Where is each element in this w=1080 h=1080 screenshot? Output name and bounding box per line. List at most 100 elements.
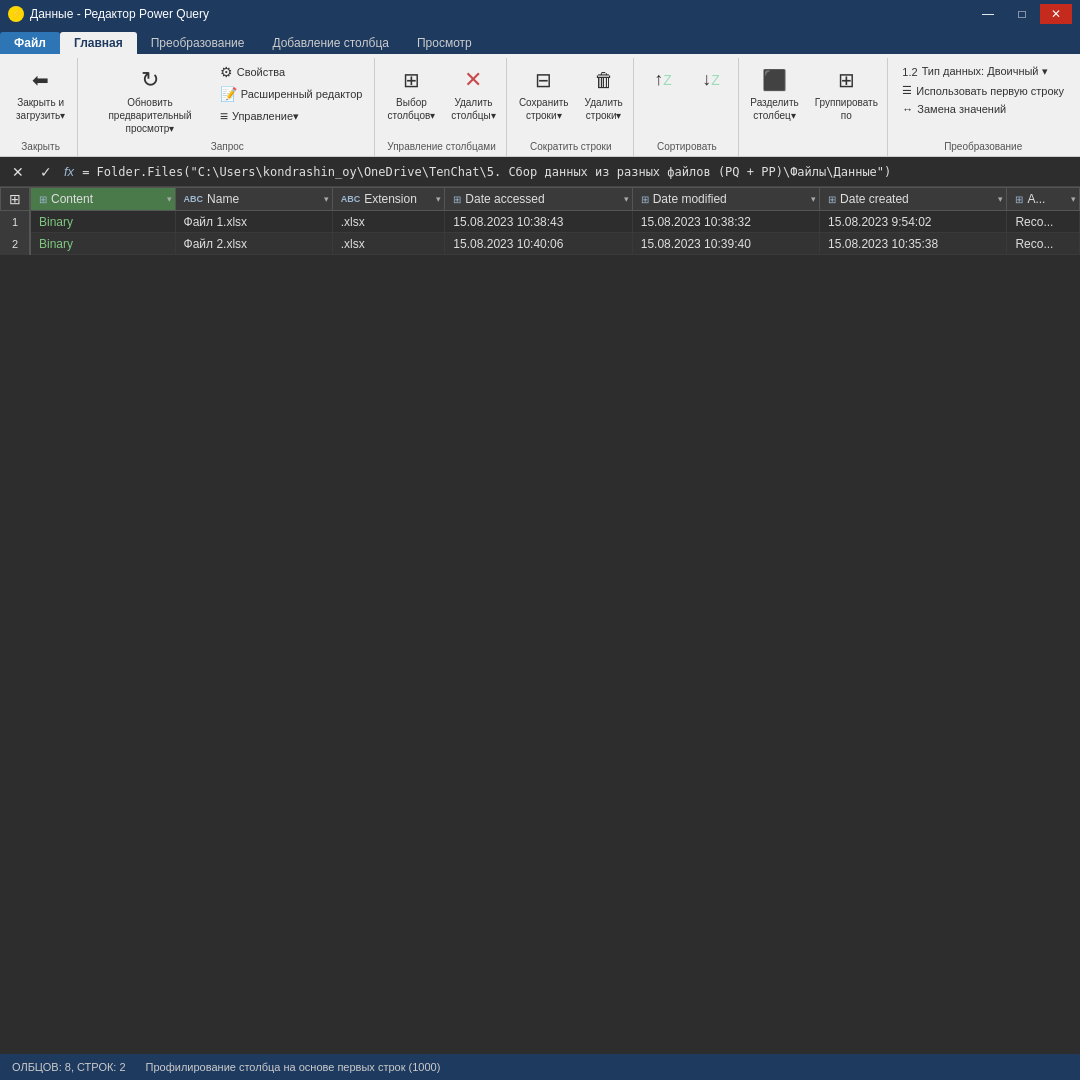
col-extension-inner: ABC Extension xyxy=(341,192,437,206)
tab-view[interactable]: Просмотр xyxy=(403,32,486,54)
row-2-name: Файл 2.xlsx xyxy=(175,233,332,255)
row-1-index: 1 xyxy=(1,211,31,233)
col-name-label: Name xyxy=(207,192,239,206)
close-load-group-label: Закрыть xyxy=(21,139,60,152)
properties-icon: ⚙ xyxy=(220,64,233,80)
sort-group-label: Сортировать xyxy=(657,139,717,152)
table-row: 1 Binary Файл 1.xlsx .xlsx 15.08.2023 10… xyxy=(1,211,1080,233)
remove-rows-icon: 🗑 xyxy=(590,66,618,94)
col-header-date-modified: ⊞ Date modified ▾ xyxy=(632,188,819,211)
maximize-button[interactable]: □ xyxy=(1006,4,1038,24)
remove-rows-label: Удалитьстроки▾ xyxy=(585,96,623,122)
choose-cols-button[interactable]: ⊞ Выборстолбцов▾ xyxy=(381,62,441,126)
col-header-index-inner: ⊞ xyxy=(9,191,21,207)
main-area: ⊞ ⊞ Content ▾ ABC Name xyxy=(0,187,1080,1067)
query-group-label: Запрос xyxy=(211,139,244,152)
manage-icon: ≡ xyxy=(220,108,228,124)
title-bar-controls: — □ ✕ xyxy=(972,4,1072,24)
replace-vals-label: Замена значений xyxy=(917,103,1006,115)
manage-cols-group-label: Управление столбцами xyxy=(387,139,496,152)
col-attributes-label: A... xyxy=(1027,192,1045,206)
ribbon-group-split: ⬛ Разделитьстолбец▾ ⊞ Группироватьпо xyxy=(741,58,888,156)
refresh-label: Обновить предварительныйпросмотр▾ xyxy=(94,96,206,135)
remove-cols-icon: ✕ xyxy=(459,66,487,94)
tab-home[interactable]: Главная xyxy=(60,32,137,54)
table-grid-icon[interactable]: ⊞ xyxy=(9,191,21,207)
ribbon-group-query: ↻ Обновить предварительныйпросмотр▾ ⚙ Св… xyxy=(80,58,375,156)
sort-desc-button[interactable]: ↓Z xyxy=(689,62,733,100)
advanced-editor-button[interactable]: 📝 Расширенный редактор xyxy=(216,84,367,104)
ribbon: ⬅ Закрыть изагрузить▾ Закрыть ↻ Обновить… xyxy=(0,54,1080,157)
col-extension-filter[interactable]: ▾ xyxy=(436,194,441,204)
first-row-label: Использовать первую строку xyxy=(916,85,1064,97)
app-icon: ⚡ xyxy=(8,6,24,22)
tab-add-column[interactable]: Добавление столбца xyxy=(258,32,403,54)
col-name-inner: ABC Name xyxy=(184,192,324,206)
sort-row: ↑Z ↓Z xyxy=(641,62,733,139)
col-date-created-inner: ⊞ Date created xyxy=(828,192,998,206)
row-2-date-modified: 15.08.2023 10:39:40 xyxy=(632,233,819,255)
split-col-button[interactable]: ⬛ Разделитьстолбец▾ xyxy=(744,62,804,126)
col-attributes-inner: ⊞ A... xyxy=(1015,192,1071,206)
data-table: ⊞ ⊞ Content ▾ ABC Name xyxy=(0,187,1080,255)
col-date-modified-filter[interactable]: ▾ xyxy=(811,194,816,204)
properties-button[interactable]: ⚙ Свойства xyxy=(216,62,367,82)
first-row-button[interactable]: ☰ Использовать первую строку xyxy=(898,82,1068,99)
keep-rows-label: Сохранитьстроки▾ xyxy=(519,96,569,122)
col-content-filter[interactable]: ▾ xyxy=(167,194,172,204)
manage-button[interactable]: ≡ Управление▾ xyxy=(216,106,367,126)
row-2-extension: .xlsx xyxy=(332,233,445,255)
close-button[interactable]: ✕ xyxy=(1040,4,1072,24)
manage-cols-row: ⊞ Выборстолбцов▾ ✕ Удалитьстолбцы▾ xyxy=(381,62,501,139)
row-1-date-accessed: 15.08.2023 10:38:43 xyxy=(445,211,632,233)
status-profile-info: Профилирование столбца на основе первых … xyxy=(146,1061,441,1073)
split-row: ⬛ Разделитьстолбец▾ ⊞ Группироватьпо xyxy=(744,62,884,150)
col-date-created-filter[interactable]: ▾ xyxy=(998,194,1003,204)
ribbon-group-sort: ↑Z ↓Z Сортировать xyxy=(636,58,739,156)
col-date-created-label: Date created xyxy=(840,192,909,206)
data-type-row: 1.2 Тип данных: Двоичный ▾ xyxy=(898,62,1068,81)
col-date-modified-inner: ⊞ Date modified xyxy=(641,192,811,206)
sort-asc-button[interactable]: ↑Z xyxy=(641,62,685,100)
col-attributes-filter[interactable]: ▾ xyxy=(1071,194,1076,204)
split-col-label: Разделитьстолбец▾ xyxy=(750,96,798,122)
data-type-button[interactable]: 1.2 Тип данных: Двоичный ▾ xyxy=(898,63,1051,80)
col-extension-label: Extension xyxy=(364,192,417,206)
tab-transform[interactable]: Преобразование xyxy=(137,32,259,54)
row-2-index: 2 xyxy=(1,233,31,255)
remove-rows-button[interactable]: 🗑 Удалитьстроки▾ xyxy=(579,62,629,126)
query-row: ↻ Обновить предварительныйпросмотр▾ ⚙ Св… xyxy=(88,62,366,139)
tab-file[interactable]: Файл xyxy=(0,32,60,54)
ribbon-group-reduce-rows: ⊟ Сохранитьстроки▾ 🗑 Удалитьстроки▾ Сокр… xyxy=(509,58,634,156)
replace-vals-button[interactable]: ↔ Замена значений xyxy=(898,101,1010,117)
refresh-button[interactable]: ↻ Обновить предварительныйпросмотр▾ xyxy=(88,62,212,139)
col-name-filter[interactable]: ▾ xyxy=(324,194,329,204)
col-header-attributes: ⊞ A... ▾ xyxy=(1007,188,1080,211)
row-1-extension: .xlsx xyxy=(332,211,445,233)
row-1-name: Файл 1.xlsx xyxy=(175,211,332,233)
col-date-accessed-filter[interactable]: ▾ xyxy=(624,194,629,204)
minimize-button[interactable]: — xyxy=(972,4,1004,24)
split-col-icon: ⬛ xyxy=(761,66,789,94)
row-1-attributes: Reco... xyxy=(1007,211,1080,233)
ribbon-group-close-load: ⬅ Закрыть изагрузить▾ Закрыть xyxy=(4,58,78,156)
col-header-name: ABC Name ▾ xyxy=(175,188,332,211)
status-bar: ОЛБЦОВ: 8, СТРОК: 2 Профилирование столб… xyxy=(0,1054,1080,1080)
data-type-icon: 1.2 xyxy=(902,66,917,78)
col-header-extension: ABC Extension ▾ xyxy=(332,188,445,211)
close-load-button[interactable]: ⬅ Закрыть изагрузить▾ xyxy=(10,62,71,126)
col-content-type-icon: ⊞ xyxy=(39,194,47,205)
keep-rows-button[interactable]: ⊟ Сохранитьстроки▾ xyxy=(513,62,575,126)
formula-cancel-button[interactable]: ✕ xyxy=(8,162,28,182)
row-2-date-created: 15.08.2023 10:35:38 xyxy=(820,233,1007,255)
col-header-content: ⊞ Content ▾ xyxy=(30,188,175,211)
group-by-button[interactable]: ⊞ Группироватьпо xyxy=(809,62,884,126)
formula-confirm-button[interactable]: ✓ xyxy=(36,162,56,182)
status-col-info: ОЛБЦОВ: 8, СТРОК: 2 xyxy=(12,1061,126,1073)
row-1-date-created: 15.08.2023 9:54:02 xyxy=(820,211,1007,233)
close-load-label: Закрыть изагрузить▾ xyxy=(16,96,65,122)
remove-cols-button[interactable]: ✕ Удалитьстолбцы▾ xyxy=(445,62,501,126)
col-date-modified-type-icon: ⊞ xyxy=(641,194,649,205)
remove-cols-label: Удалитьстолбцы▾ xyxy=(451,96,495,122)
col-extension-type-icon: ABC xyxy=(341,194,361,204)
